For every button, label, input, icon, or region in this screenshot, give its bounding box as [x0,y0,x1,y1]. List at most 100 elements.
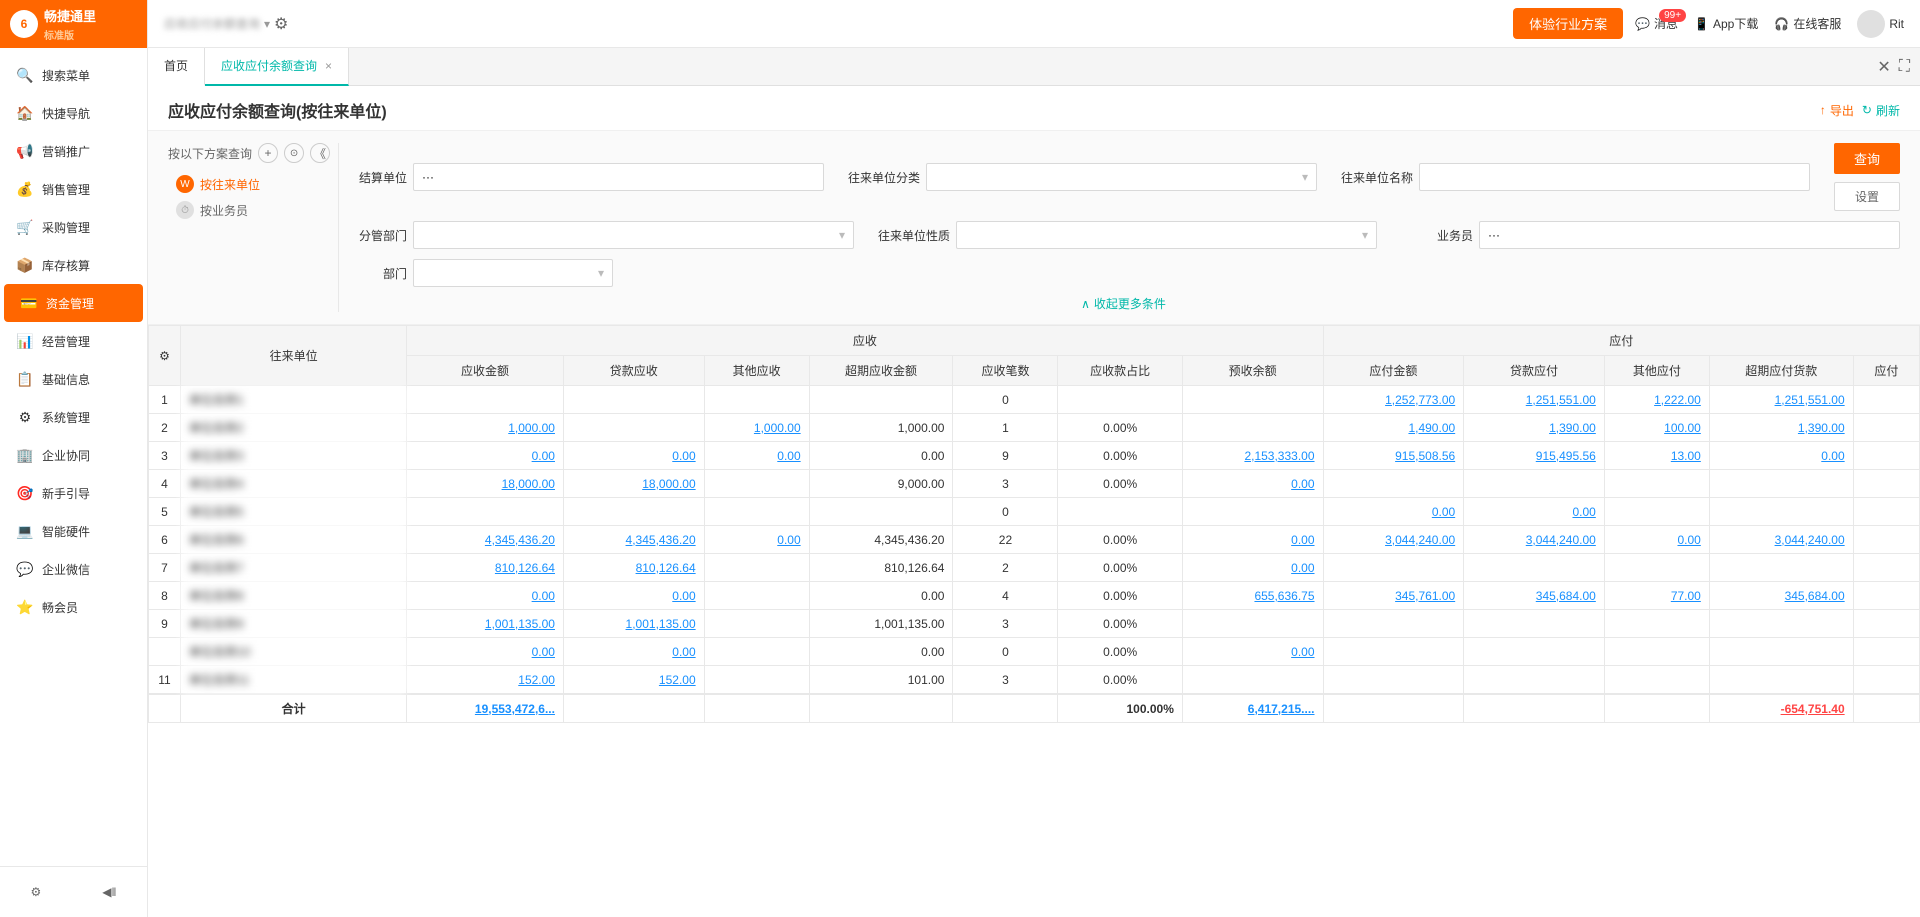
table-cell[interactable]: 0.00 [563,638,704,666]
filter-add-btn[interactable]: + [258,143,278,163]
table-cell[interactable]: 1,222.00 [1604,386,1709,414]
table-cell[interactable]: 1,390.00 [1709,414,1853,442]
table-cell[interactable]: 4,345,436.20 [563,526,704,554]
table-cell[interactable]: 4,345,436.20 [407,526,564,554]
table-cell[interactable]: 0.00 [563,442,704,470]
table-cell[interactable]: 0.00 [1464,498,1605,526]
tab-close-window-icon[interactable]: ✕ [1877,57,1890,77]
table-cell[interactable]: 100.00 [1604,414,1709,442]
table-cell[interactable]: 0.00 [1182,526,1323,554]
table-cell[interactable]: 0.00 [563,582,704,610]
export-button[interactable]: ↑ 导出 [1820,102,1854,119]
sidebar-item-operation[interactable]: 📊 经营管理 [0,322,147,360]
refresh-button[interactable]: ↻ 刷新 [1862,102,1900,119]
app-download-button[interactable]: 📱 App下载 [1694,15,1758,32]
online-service-button[interactable]: 🎧 在线客服 [1774,15,1841,32]
table-cell[interactable]: 1,000.00 [704,414,809,442]
tab-home[interactable]: 首页 [148,48,205,86]
table-cell[interactable]: 0.00 [1709,442,1853,470]
sidebar-settings-btn[interactable]: ⚙ [15,877,58,907]
table-cell[interactable]: 0.00 [1323,498,1464,526]
table-cell[interactable]: 0.00 [704,442,809,470]
sidebar-item-inventory[interactable]: 📦 库存核算 [0,246,147,284]
table-cell[interactable]: 13.00 [1604,442,1709,470]
table-cell[interactable]: 0.00 [407,442,564,470]
table-cell[interactable]: 1,490.00 [1323,414,1464,442]
sidebar-item-quicknav[interactable]: 🏠 快捷导航 [0,94,147,132]
sidebar-item-search[interactable]: 🔍 搜索菜单 [0,56,147,94]
sidebar-item-finance[interactable]: 💳 资金管理 [4,284,143,322]
table-cell[interactable]: 1,252,773.00 [1323,386,1464,414]
filter-collapse-btn[interactable]: 《 [310,143,330,163]
collapse-filter-btn[interactable]: ∧ 收起更多条件 [347,295,1900,312]
sidebar-item-member[interactable]: ⭐ 畅会员 [0,588,147,626]
table-cell[interactable]: 915,508.56 [1323,442,1464,470]
th-settings[interactable]: ⚙ [149,326,181,386]
table-cell[interactable]: 345,761.00 [1323,582,1464,610]
table-cell[interactable]: 0.00 [704,526,809,554]
sidebar-item-marketing[interactable]: 📢 营销推广 [0,132,147,170]
table-cell[interactable]: 655,636.75 [1182,582,1323,610]
sidebar-item-wechat[interactable]: 💬 企业微信 [0,550,147,588]
table-cell[interactable]: 810,126.64 [407,554,564,582]
footer-ar-total[interactable]: 19,553,472,6... [407,694,564,723]
table-cell[interactable]: 810,126.64 [563,554,704,582]
sidebar-item-basic[interactable]: 📋 基础信息 [0,360,147,398]
table-cell[interactable]: 915,495.56 [1464,442,1605,470]
breadcrumb-dropdown-icon[interactable]: ▾ [264,17,270,31]
table-cell[interactable]: 1,001,135.00 [563,610,704,638]
sidebar-item-sales[interactable]: 💰 销售管理 [0,170,147,208]
table-cell[interactable]: 1,251,551.00 [1464,386,1605,414]
footer-ar-prepay[interactable]: 6,417,215.... [1182,694,1323,723]
table-cell[interactable]: 0.00 [1604,526,1709,554]
sidebar-collapse-btn[interactable]: ◀‖ [86,877,132,907]
sidebar-item-hardware[interactable]: 💻 智能硬件 [0,512,147,550]
table-settings-icon[interactable]: ⚙ [159,349,170,363]
table-cell[interactable]: 0.00 [1182,470,1323,498]
cta-button[interactable]: 体验行业方案 [1513,8,1623,39]
sidebar-item-enterprise[interactable]: 🏢 企业协同 [0,436,147,474]
settings-button[interactable]: 设置 [1834,182,1900,211]
scheme-by-unit[interactable]: W 按往来单位 [168,171,330,197]
table-cell[interactable]: 18,000.00 [563,470,704,498]
table-cell[interactable]: 1,000.00 [407,414,564,442]
message-button[interactable]: 💬 消息 99+ [1635,15,1678,32]
table-cell[interactable]: 3,044,240.00 [1709,526,1853,554]
table-cell[interactable]: 345,684.00 [1464,582,1605,610]
table-cell[interactable]: 1,001,135.00 [407,610,564,638]
table-cell[interactable]: 345,684.00 [1709,582,1853,610]
table-cell[interactable]: 1,251,551.00 [1709,386,1853,414]
unit-name-input[interactable] [1419,163,1810,191]
user-menu[interactable]: Rit [1857,10,1904,38]
table-cell[interactable]: 0.00 [1182,554,1323,582]
table-cell[interactable]: 1,390.00 [1464,414,1605,442]
table-cell[interactable]: 0.00 [407,582,564,610]
scheme-by-staff[interactable]: ⏱ 按业务员 [168,197,330,223]
table-cell[interactable]: 18,000.00 [407,470,564,498]
tab-close-icon[interactable]: × [325,59,332,73]
dept-select[interactable]: ▾ [413,259,613,287]
table-cell[interactable]: 0.00 [1182,638,1323,666]
dept-managed-select[interactable]: ▾ [413,221,854,249]
table-cell[interactable]: 77.00 [1604,582,1709,610]
top-header: 应收应付余额查询 ▾ ⚙ 体验行业方案 💬 消息 99+ 📱 App下载 🎧 在… [148,0,1920,48]
unit-category-select[interactable]: ▾ [926,163,1317,191]
tab-expand-icon[interactable]: ⛶ [1899,58,1910,76]
tab-query[interactable]: 应收应付余额查询 × [205,48,349,86]
table-cell[interactable]: 3,044,240.00 [1323,526,1464,554]
table-cell[interactable]: 152.00 [407,666,564,695]
table-cell[interactable]: 2,153,333.00 [1182,442,1323,470]
footer-ap-overdue[interactable]: -654,751.40 [1709,694,1853,723]
table-cell[interactable]: 0.00 [407,638,564,666]
sidebar-item-system[interactable]: ⚙ 系统管理 [0,398,147,436]
sidebar-item-guide[interactable]: 🎯 新手引导 [0,474,147,512]
query-button[interactable]: 查询 [1834,143,1900,174]
table-cell[interactable]: 152.00 [563,666,704,695]
sidebar-item-purchase[interactable]: 🛒 采购管理 [0,208,147,246]
filter-target-btn[interactable]: ⊙ [284,143,304,163]
salesperson-input[interactable]: ··· [1479,221,1900,249]
header-gear-icon[interactable]: ⚙ [274,14,288,34]
table-cell[interactable]: 3,044,240.00 [1464,526,1605,554]
settlement-unit-input[interactable]: ··· [413,163,824,191]
unit-nature-select[interactable]: ▾ [956,221,1377,249]
